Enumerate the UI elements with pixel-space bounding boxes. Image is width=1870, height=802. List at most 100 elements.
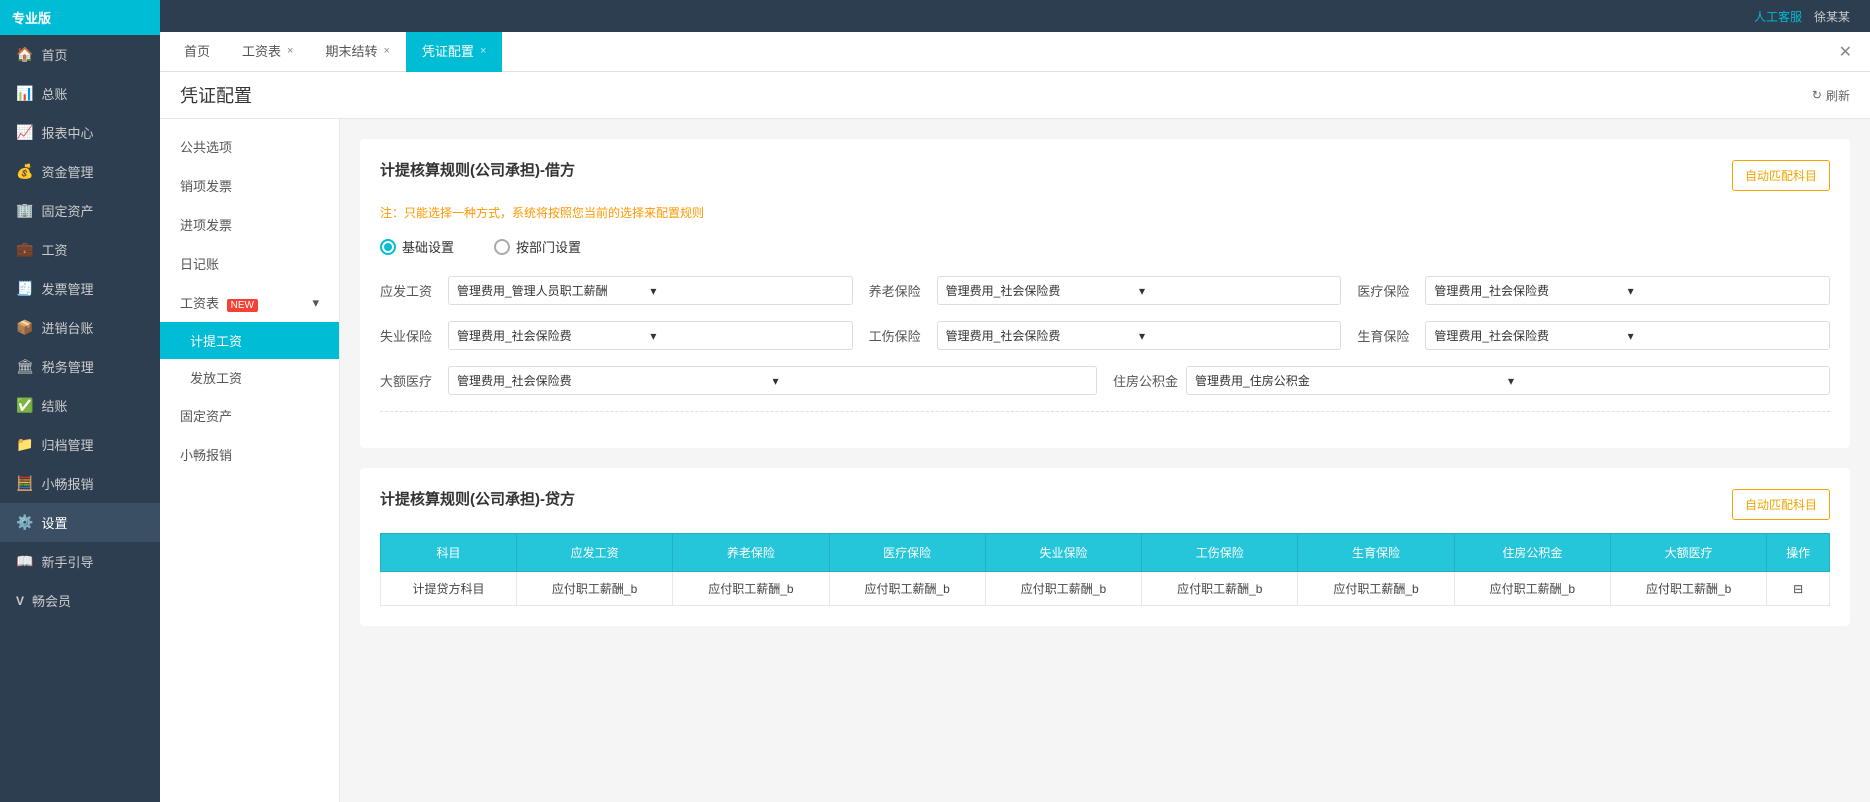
sidebar-item-label: 工资 [41,240,67,259]
col-action: 操作 [1767,534,1830,572]
cell-gongshang[interactable]: 应付职工薪酬_b [1142,572,1298,606]
refresh-button[interactable]: ↻ 刷新 [1812,87,1850,104]
select-dale[interactable]: 管理费用_社会保险费 ▾ [448,366,1097,395]
cell-shiye[interactable]: 应付职工薪酬_b [985,572,1141,606]
sidebar-item-label: 固定资产 [41,201,93,220]
sidebar-item-general-ledger[interactable]: 📊 总账 [0,74,160,113]
select-shiye[interactable]: 管理费用_社会保险费 ▾ [448,321,853,350]
close-all-button[interactable]: ✕ [1829,42,1862,62]
delete-icon[interactable]: ⊟ [1793,582,1803,596]
tab-salary-table[interactable]: 工资表 × [226,32,309,72]
field-shengyu: 生育保险 管理费用_社会保险费 ▾ [1357,321,1830,350]
sidebar-item-settings[interactable]: ⚙️ 设置 [0,503,160,542]
credit-section: 计提核算规则(公司承担)-贷方 自动匹配科目 科目 应发工资 养老保险 医疗保险… [360,468,1850,626]
debit-auto-match-button[interactable]: 自动匹配科目 [1732,160,1830,191]
xiaochang-icon: 🧮 [16,475,33,492]
col-shengyu: 生育保险 [1298,534,1454,572]
cell-gongjijin[interactable]: 应付职工薪酬_b [1454,572,1610,606]
tab-close-salary[interactable]: × [287,45,293,57]
debit-section-title: 计提核算规则(公司承担)-借方 [380,159,575,180]
field-gongshang: 工伤保险 管理费用_社会保险费 ▾ [869,321,1342,350]
debit-form-row1: 应发工资 管理费用_管理人员职工薪酬 ▾ 养老保险 管理费用_社会保险费 ▾ [380,276,1830,305]
username: 徐某某 [1814,8,1850,25]
cell-shengyu[interactable]: 应付职工薪酬_b [1298,572,1454,606]
debit-section-header: 计提核算规则(公司承担)-借方 自动匹配科目 [380,159,1830,192]
tabs-bar: 首页 工资表 × 期末结转 × 凭证配置 × ✕ [160,32,1870,72]
chevron-down-icon: ▾ [650,329,843,343]
label-yiliao: 医疗保险 [1357,281,1417,300]
content-area: 公共选项 销项发票 进项发票 日记账 工资表 NEW ▾ 计提工资 [160,119,1870,802]
service-label[interactable]: 人工客服 [1754,8,1802,25]
sidebar-item-closing[interactable]: ✅ 结账 [0,386,160,425]
sidebar-item-label: 归档管理 [41,435,93,454]
report-icon: 📈 [16,124,33,141]
sidebar-item-label: 小畅报销 [41,474,93,493]
sidebar-item-report-center[interactable]: 📈 报表中心 [0,113,160,152]
col-gongshang: 工伤保险 [1142,534,1298,572]
sidebar-item-label: 发票管理 [41,279,93,298]
select-shengyu[interactable]: 管理费用_社会保险费 ▾ [1425,321,1830,350]
sidebar-item-home[interactable]: 🏠 首页 [0,35,160,74]
sidebar-item-label: 资金管理 [41,162,93,181]
cell-dale[interactable]: 应付职工薪酬_b [1611,572,1767,606]
label-gongshang: 工伤保险 [869,326,929,345]
cell-yiliao[interactable]: 应付职工薪酬_b [829,572,985,606]
select-yanglao[interactable]: 管理费用_社会保险费 ▾ [937,276,1342,305]
select-gongshang[interactable]: 管理费用_社会保险费 ▾ [937,321,1342,350]
left-nav-input-invoice[interactable]: 进项发票 [160,205,339,244]
sidebar-item-label: 新手引导 [41,552,93,571]
label-yingfa: 应发工资 [380,281,440,300]
page-header: 凭证配置 ↻ 刷新 [160,72,1870,119]
main-area: 人工客服 徐某某 首页 工资表 × 期末结转 × 凭证配置 × ✕ 凭证配置 ↻… [160,0,1870,802]
sidebar-item-invoice[interactable]: 🧾 发票管理 [0,269,160,308]
sidebar-item-label: 设置 [41,513,67,532]
cell-yingfa[interactable]: 应付职工薪酬_b [516,572,672,606]
col-yanglao: 养老保险 [673,534,829,572]
sidebar-item-fixed-assets[interactable]: 🏢 固定资产 [0,191,160,230]
tab-period-close[interactable]: 期末结转 × [309,32,405,72]
sidebar-item-guide[interactable]: 📖 新手引导 [0,542,160,581]
left-nav-public[interactable]: 公共选项 [160,127,339,166]
sidebar-item-salary[interactable]: 💼 工资 [0,230,160,269]
left-nav-pay-salary[interactable]: 发放工资 [160,359,339,396]
col-yingfa: 应发工资 [516,534,672,572]
sidebar-item-inventory[interactable]: 📦 进销台账 [0,308,160,347]
cell-action[interactable]: ⊟ [1767,572,1830,606]
left-nav-journal[interactable]: 日记账 [160,244,339,283]
tax-icon: 🏛 [16,358,34,375]
sidebar-item-capital[interactable]: 💰 资金管理 [0,152,160,191]
select-yiliao[interactable]: 管理费用_社会保险费 ▾ [1425,276,1830,305]
select-gongjijin[interactable]: 管理费用_住房公积金 ▾ [1186,366,1830,395]
credit-table: 科目 应发工资 养老保险 医疗保险 失业保险 工伤保险 生育保险 住房公积金 大… [380,533,1830,606]
radio-dept[interactable]: 按部门设置 [494,237,581,256]
sidebar-item-vip[interactable]: V 畅会员 [0,581,160,620]
radio-dept-circle [494,239,510,255]
select-yingfa[interactable]: 管理费用_管理人员职工薪酬 ▾ [448,276,853,305]
chevron-down-icon: ▾ [312,295,319,311]
sidebar-item-tax[interactable]: 🏛 税务管理 [0,347,160,386]
left-nav-red-invoice[interactable]: 销项发票 [160,166,339,205]
left-nav-fixed-assets[interactable]: 固定资产 [160,396,339,435]
col-yiliao: 医疗保险 [829,534,985,572]
tab-close-period[interactable]: × [383,45,389,57]
chevron-down-icon: ▾ [1139,284,1332,298]
tab-home[interactable]: 首页 [168,32,226,72]
capital-icon: 💰 [16,163,33,180]
left-nav: 公共选项 销项发票 进项发票 日记账 工资表 NEW ▾ 计提工资 [160,119,340,802]
credit-auto-match-button[interactable]: 自动匹配科目 [1732,489,1830,520]
left-nav-salary-table[interactable]: 工资表 NEW ▾ [160,283,339,322]
table-row: 计提贷方科目 应付职工薪酬_b 应付职工薪酬_b 应付职工薪酬_b 应付职工薪酬… [381,572,1830,606]
radio-basic[interactable]: 基础设置 [380,237,454,256]
salary-icon: 💼 [16,241,33,258]
col-dale: 大额医疗 [1611,534,1767,572]
sidebar-item-archive[interactable]: 📁 归档管理 [0,425,160,464]
sidebar-item-xiaochang[interactable]: 🧮 小畅报销 [0,464,160,503]
tab-voucher-config[interactable]: 凭证配置 × [406,32,502,72]
ledger-icon: 📊 [16,85,33,102]
left-nav-calc-salary[interactable]: 计提工资 [160,322,339,359]
cell-yanglao[interactable]: 应付职工薪酬_b [673,572,829,606]
home-icon: 🏠 [16,46,33,63]
sidebar-item-label: 总账 [41,84,67,103]
left-nav-xiaochang-expense[interactable]: 小畅报销 [160,435,339,474]
tab-close-voucher[interactable]: × [480,45,486,57]
